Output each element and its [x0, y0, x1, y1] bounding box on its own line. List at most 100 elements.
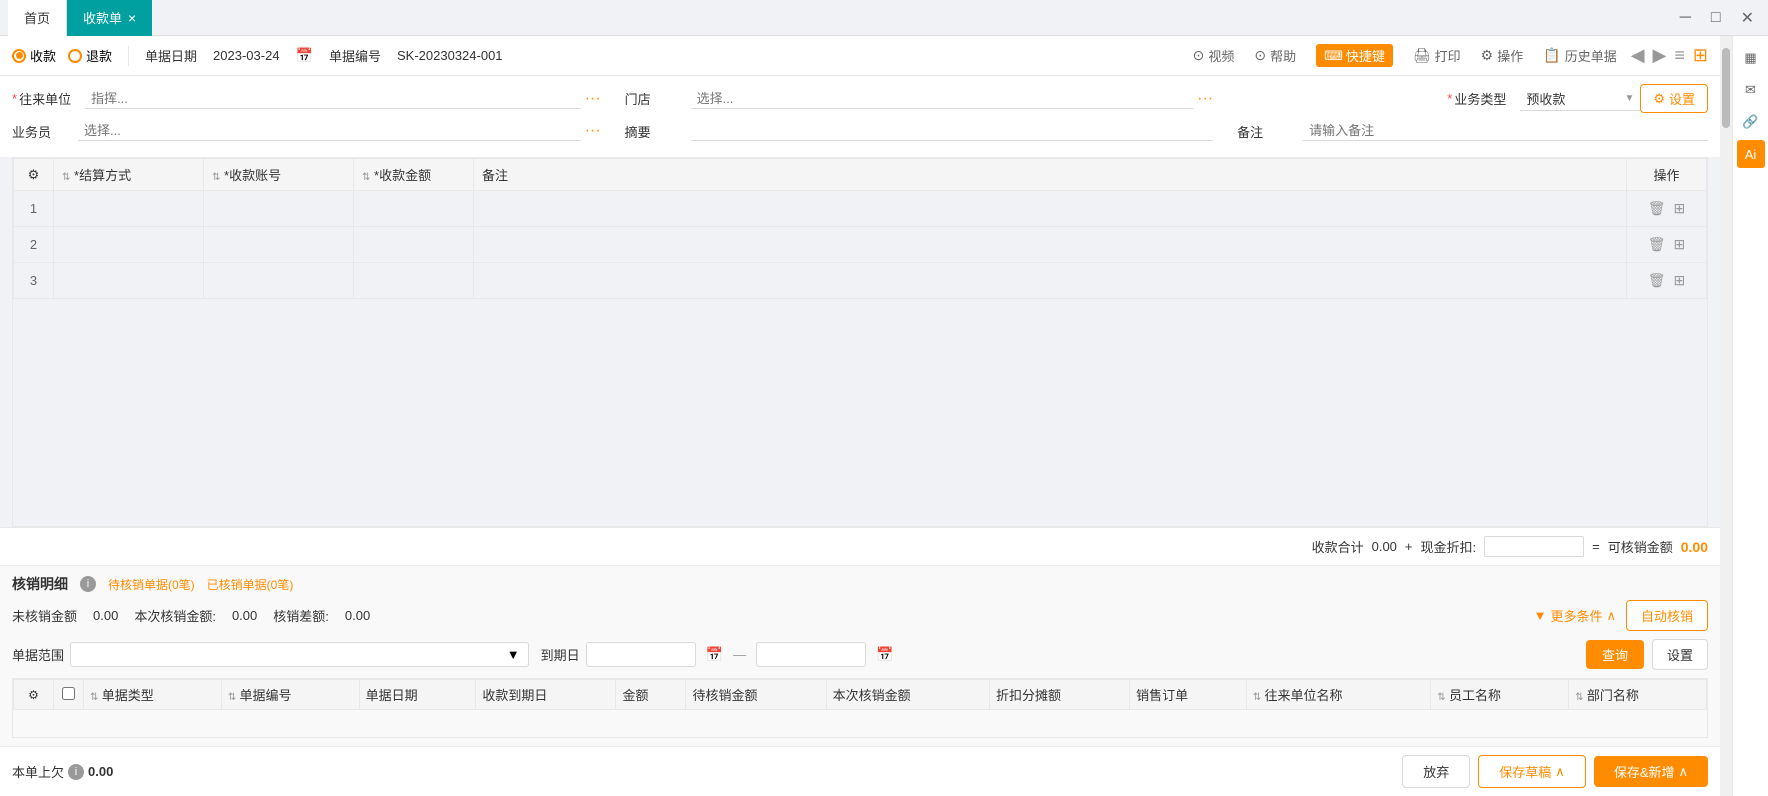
store-input[interactable]: [691, 89, 1194, 109]
row-remark-3[interactable]: [474, 263, 1627, 299]
help-btn[interactable]: ⊙ 帮助: [1248, 44, 1302, 67]
list-icon[interactable]: ≡: [1674, 45, 1685, 66]
partner-input[interactable]: [85, 89, 581, 109]
row-settlement-1[interactable]: [54, 191, 204, 227]
sort-staff-icon[interactable]: ⇅: [1437, 692, 1445, 703]
video-btn[interactable]: ⊙ 视频: [1187, 44, 1241, 67]
scroll-thumb[interactable]: [1722, 48, 1730, 128]
link-icon: 🔗: [1742, 114, 1758, 130]
radio-collection[interactable]: 收款: [12, 46, 56, 65]
history-btn[interactable]: 📋 历史单据: [1537, 44, 1622, 67]
calendar-to-icon[interactable]: 📅: [876, 646, 893, 663]
col-settlement-label: *结算方式: [74, 168, 131, 183]
quickkey-btn[interactable]: ⌨ 快捷键: [1310, 42, 1399, 69]
writeoff-info-icon[interactable]: i: [80, 576, 96, 592]
writeoff-header: 核销明细 i 待核销单据(0笔) 已核销单据(0笔): [12, 574, 1708, 594]
copy-row-icon-1[interactable]: ⊞: [1674, 200, 1686, 217]
delete-row-icon-2[interactable]: 🗑: [1648, 236, 1666, 253]
writeoff-settings-button[interactable]: 设置: [1652, 639, 1708, 670]
tab-close-icon[interactable]: ×: [128, 10, 136, 26]
row-remark-1[interactable]: [474, 191, 1627, 227]
operation-btn[interactable]: ⚙ 操作: [1475, 44, 1530, 67]
delete-row-icon-1[interactable]: 🗑: [1648, 200, 1666, 217]
date-from-input[interactable]: 2022-04-01: [586, 642, 696, 667]
sidebar-mail-icon[interactable]: ✉: [1737, 76, 1765, 104]
tab-collection[interactable]: 收款单 ×: [67, 0, 152, 36]
bottom-settings-header[interactable]: ⚙: [14, 680, 54, 710]
sidebar-ai-icon[interactable]: Ai: [1737, 140, 1765, 168]
bottom-checkbox-header: [54, 680, 84, 710]
store-more-icon[interactable]: ···: [1197, 91, 1213, 107]
tab-home[interactable]: 首页: [8, 0, 67, 36]
row-amount-1[interactable]: [354, 191, 474, 227]
writeoff-section: 核销明细 i 待核销单据(0笔) 已核销单据(0笔) 未核销金额 0.00 本次…: [0, 565, 1720, 746]
date-value: 2023-03-24: [213, 48, 280, 63]
row-account-1[interactable]: [204, 191, 354, 227]
pending-link[interactable]: 待核销单据(0笔): [108, 576, 195, 593]
date-to-input[interactable]: 2022-04-12: [756, 642, 866, 667]
sort-icon-settlement[interactable]: ⇅: [62, 172, 70, 183]
abandon-button[interactable]: 放弃: [1402, 755, 1470, 788]
sum-row: 收款合计 0.00 + 现金折扣: = 可核销金额 0.00: [0, 527, 1720, 565]
select-all-checkbox[interactable]: [62, 687, 75, 700]
nav-left-icon[interactable]: ◀: [1631, 45, 1645, 66]
query-button[interactable]: 查询: [1586, 640, 1644, 669]
maximize-button[interactable]: □: [1705, 7, 1727, 29]
row-account-2[interactable]: [204, 227, 354, 263]
minimize-button[interactable]: ─: [1674, 7, 1697, 29]
staff-input[interactable]: [78, 121, 581, 141]
grid-icon[interactable]: ⊞: [1693, 45, 1708, 66]
form-row-2: 业务员 ··· 摘要 备注: [12, 121, 1708, 141]
sidebar-link-icon[interactable]: 🔗: [1737, 108, 1765, 136]
save-draft-button[interactable]: 保存草稿 ∧: [1478, 755, 1586, 788]
summary-input[interactable]: [691, 121, 1214, 141]
date-separator: —: [733, 647, 746, 662]
row-account-3[interactable]: [204, 263, 354, 299]
row-remark-2[interactable]: [474, 227, 1627, 263]
scrollbar[interactable]: [1720, 36, 1732, 796]
auto-writeoff-button[interactable]: 自动核销: [1626, 600, 1708, 631]
sort-partner-icon[interactable]: ⇅: [1253, 692, 1261, 703]
save-new-button[interactable]: 保存&新增 ∧: [1594, 756, 1708, 787]
partner-label: 往来单位: [19, 89, 79, 108]
col-discount-label: 折扣分摊额: [996, 688, 1061, 703]
biz-type-select[interactable]: 预收款 ▼: [1520, 87, 1640, 111]
sort-dept-icon[interactable]: ⇅: [1575, 692, 1583, 703]
calendar-icon[interactable]: 📅: [296, 47, 313, 64]
remark-input[interactable]: [1303, 121, 1708, 141]
completed-link[interactable]: 已核销单据(0笔): [207, 576, 294, 593]
radio-refund-circle: [68, 49, 82, 63]
range-select[interactable]: ▼: [70, 642, 529, 667]
row-settlement-3[interactable]: [54, 263, 204, 299]
sidebar-table-icon[interactable]: ▦: [1737, 44, 1765, 72]
sort-doc-type-icon[interactable]: ⇅: [90, 692, 98, 703]
settings-label: 设置: [1669, 89, 1695, 108]
mail-icon: ✉: [1745, 82, 1756, 98]
order-info-icon[interactable]: i: [68, 764, 84, 780]
sort-icon-account[interactable]: ⇅: [212, 172, 220, 183]
number-value: SK-20230324-001: [397, 48, 503, 63]
quickkey-inner[interactable]: ⌨ 快捷键: [1316, 44, 1393, 67]
settings-button[interactable]: ⚙ 设置: [1640, 84, 1708, 113]
bottom-bar: 本单上欠 i 0.00 放弃 保存草稿 ∧ 保存&新增 ∧: [0, 746, 1720, 796]
radio-refund[interactable]: 退款: [68, 46, 112, 65]
col-amount-label: *收款金额: [374, 168, 431, 183]
sort-icon-amount[interactable]: ⇅: [362, 172, 370, 183]
row-settlement-2[interactable]: [54, 227, 204, 263]
delete-row-icon-3[interactable]: 🗑: [1648, 272, 1666, 289]
close-button[interactable]: ✕: [1735, 6, 1760, 30]
calendar-from-icon[interactable]: 📅: [706, 646, 723, 663]
cash-discount-input[interactable]: [1484, 536, 1584, 557]
staff-more-icon[interactable]: ···: [585, 123, 601, 139]
nav-right-icon[interactable]: ▶: [1653, 45, 1667, 66]
copy-row-icon-2[interactable]: ⊞: [1674, 236, 1686, 253]
partner-more-icon[interactable]: ···: [585, 91, 601, 107]
row-amount-2[interactable]: [354, 227, 474, 263]
col-discount-header: 折扣分摊额: [989, 680, 1129, 710]
print-btn[interactable]: 🖨 打印: [1407, 44, 1467, 67]
sort-doc-no-icon[interactable]: ⇅: [228, 692, 236, 703]
table-settings-header[interactable]: ⚙: [14, 159, 54, 191]
copy-row-icon-3[interactable]: ⊞: [1674, 272, 1686, 289]
more-conditions-btn[interactable]: ▼ 更多条件 ∧: [1534, 606, 1616, 625]
row-amount-3[interactable]: [354, 263, 474, 299]
